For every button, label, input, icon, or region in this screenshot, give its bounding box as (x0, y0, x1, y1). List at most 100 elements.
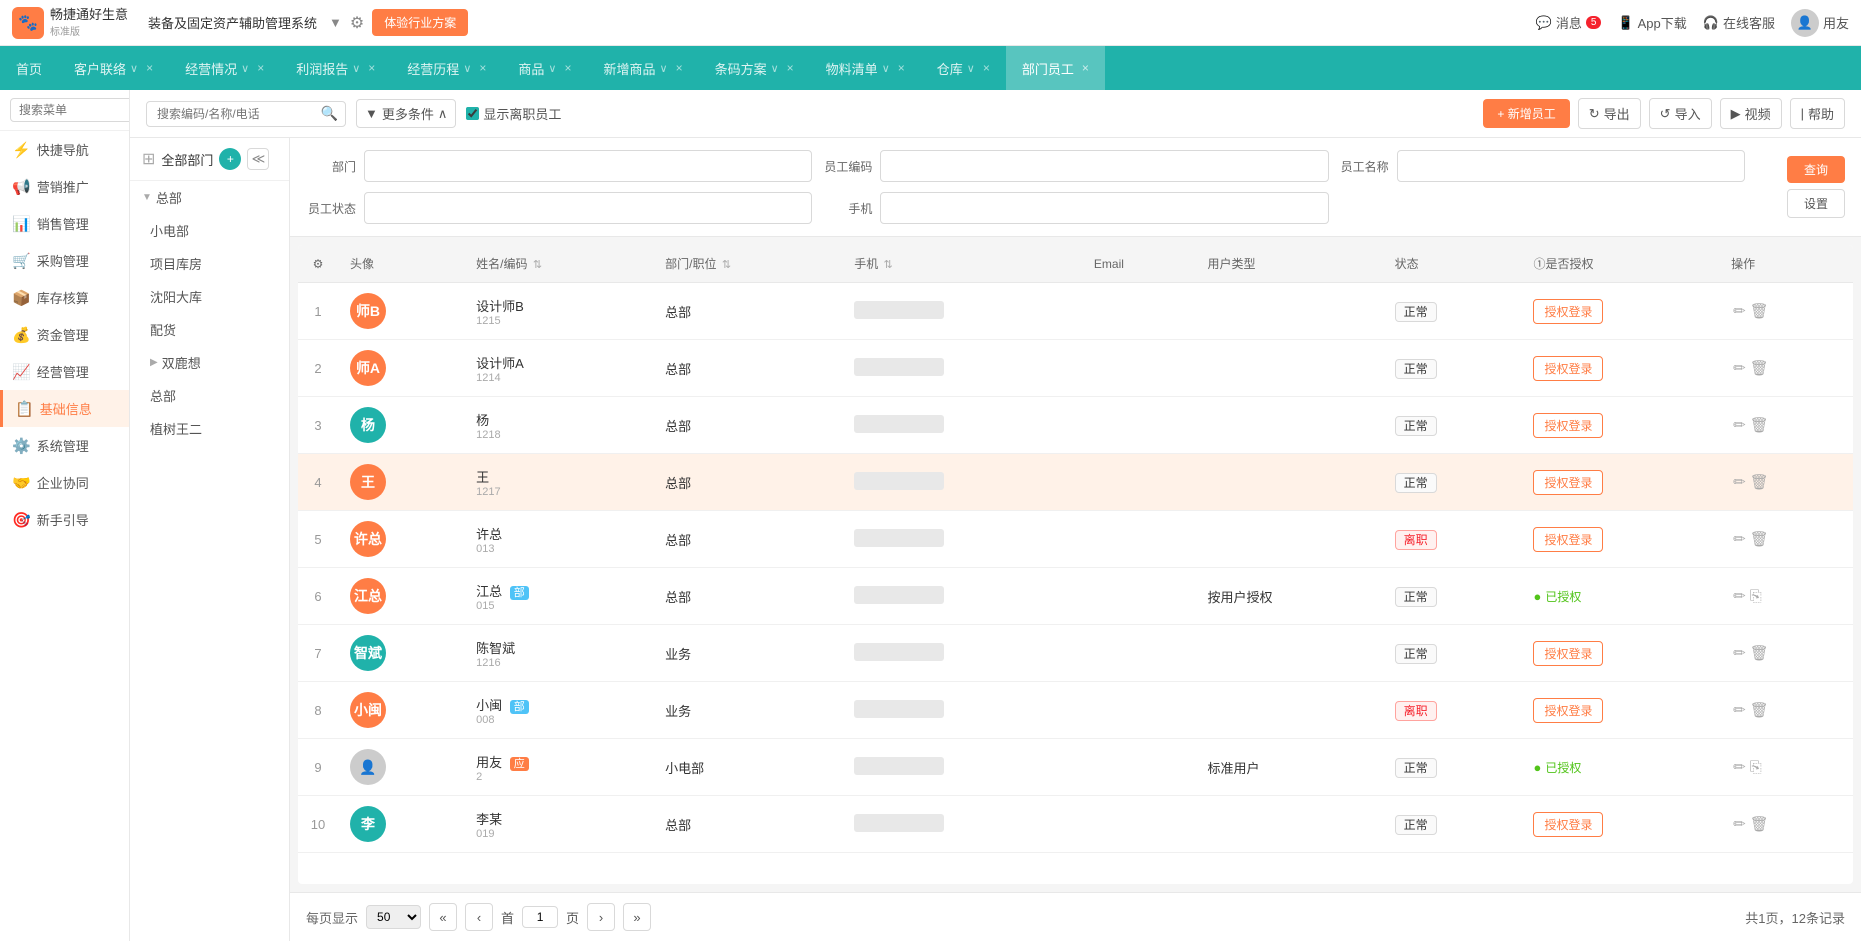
auth-btn[interactable]: 授权登录 (1533, 413, 1603, 438)
settings-icon[interactable]: ⚙ (350, 13, 364, 33)
col-name[interactable]: 姓名/编码 ⇅ (464, 245, 653, 283)
edit-btn[interactable]: ✏ (1733, 303, 1746, 320)
dept-node-zhishu[interactable]: 植树王二 (130, 412, 289, 445)
dept-node-shenyang[interactable]: 沈阳大库 (130, 280, 289, 313)
col-phone[interactable]: 手机 ⇅ (842, 245, 1082, 283)
sidebar-search-input[interactable] (10, 98, 130, 122)
dept-node-zongbu[interactable]: 总部 (130, 379, 289, 412)
tab-home[interactable]: 首页 (0, 46, 58, 90)
delete-btn[interactable]: 🗑 (1750, 303, 1769, 320)
tab-operations[interactable]: 经营情况∨× (169, 46, 280, 90)
filter-dept-select[interactable] (364, 150, 812, 182)
auth-btn[interactable]: 授权登录 (1533, 299, 1603, 324)
delete-btn[interactable]: 🗑 (1750, 360, 1769, 377)
tab-barcode-close[interactable]: × (787, 61, 794, 75)
tab-goods-close[interactable]: × (564, 61, 571, 75)
sidebar-item-guide[interactable]: 🎯 新手引导 (0, 501, 129, 538)
tab-bom-close[interactable]: × (898, 61, 905, 75)
page-number-input[interactable] (522, 906, 558, 928)
sidebar-item-marketing[interactable]: 📢 营销推广 (0, 168, 129, 205)
auth-btn[interactable]: 授权登录 (1533, 641, 1603, 666)
sidebar-item-quicknav[interactable]: ⚡ 快捷导航 (0, 131, 129, 168)
dept-collapse-btn[interactable]: ≪ (247, 148, 269, 170)
tab-history[interactable]: 经营历程∨× (391, 46, 502, 90)
first-page-btn[interactable]: « (429, 903, 457, 931)
trial-btn[interactable]: 体验行业方案 (372, 9, 468, 36)
search-input[interactable] (146, 101, 346, 127)
auth-btn[interactable]: 授权登录 (1533, 698, 1603, 723)
search-btn[interactable]: 查询 (1787, 156, 1845, 183)
tab-history-close[interactable]: × (479, 61, 486, 75)
tab-barcode[interactable]: 条码方案∨× (699, 46, 810, 90)
filter-empname-input[interactable] (1397, 150, 1745, 182)
auth-btn[interactable]: 授权登录 (1533, 812, 1603, 837)
delete-btn[interactable]: 🗑 (1750, 474, 1769, 491)
edit-btn[interactable]: ✏ (1733, 417, 1746, 434)
dept-node-peihuo[interactable]: 配货 (130, 313, 289, 346)
delete-btn[interactable]: ⎘ (1750, 588, 1762, 605)
col-dept[interactable]: 部门/职位 ⇅ (653, 245, 842, 283)
sidebar-item-collab[interactable]: 🤝 企业协同 (0, 464, 129, 501)
sidebar-item-sales[interactable]: 📊 销售管理 (0, 205, 129, 242)
system-dropdown-icon[interactable]: ▼ (329, 15, 342, 30)
tab-customer-close[interactable]: × (146, 61, 153, 75)
delete-btn[interactable]: 🗑 (1750, 816, 1769, 833)
delete-btn[interactable]: 🗑 (1750, 417, 1769, 434)
dept-node-shuanglu[interactable]: ▶ 双鹿想 (130, 346, 289, 379)
add-employee-btn[interactable]: + 新增员工 (1483, 99, 1569, 128)
tab-employees[interactable]: 部门员工× (1006, 46, 1105, 90)
tab-new-goods[interactable]: 新增商品∨× (587, 46, 698, 90)
show-resigned-checkbox[interactable] (466, 107, 479, 120)
auth-btn[interactable]: 授权登录 (1533, 527, 1603, 552)
sidebar-item-mgmt[interactable]: 📈 经营管理 (0, 353, 129, 390)
view-btn[interactable]: ▶ 视频 (1720, 98, 1782, 129)
last-page-btn[interactable]: » (623, 903, 651, 931)
tab-customer[interactable]: 客户联络∨× (58, 46, 169, 90)
sidebar-item-purchase[interactable]: 🛒 采购管理 (0, 242, 129, 279)
dept-add-btn[interactable]: + (219, 148, 241, 170)
dept-node-root[interactable]: ▼ 总部 (130, 181, 289, 214)
delete-btn[interactable]: 🗑 (1750, 531, 1769, 548)
tab-profit[interactable]: 利润报告∨× (280, 46, 391, 90)
show-resigned-label[interactable]: 显示离职员工 (466, 104, 561, 123)
sidebar-item-system[interactable]: ⚙️ 系统管理 (0, 427, 129, 464)
app-download-btn[interactable]: 📱 App下载 (1617, 13, 1686, 32)
filter-phone-input[interactable] (880, 192, 1328, 224)
delete-btn[interactable]: ⎘ (1750, 759, 1762, 776)
message-btn[interactable]: 💬 消息 5 (1536, 13, 1602, 32)
col-settings[interactable]: ⚙ (298, 245, 338, 283)
dept-node-project[interactable]: 项目库房 (130, 247, 289, 280)
edit-btn[interactable]: ✏ (1733, 474, 1746, 491)
auth-btn[interactable]: 授权登录 (1533, 356, 1603, 381)
sidebar-item-inventory[interactable]: 📦 库存核算 (0, 279, 129, 316)
auth-btn[interactable]: 授权登录 (1533, 470, 1603, 495)
tab-employees-close[interactable]: × (1082, 61, 1089, 75)
reset-btn[interactable]: 设置 (1787, 189, 1845, 218)
delete-btn[interactable]: 🗑 (1750, 702, 1769, 719)
filter-more-btn[interactable]: ▼ 更多条件 ∧ (356, 99, 456, 128)
tab-goods[interactable]: 商品∨× (502, 46, 587, 90)
help-btn[interactable]: | 帮助 (1790, 98, 1845, 129)
prev-page-btn[interactable]: ‹ (465, 903, 493, 931)
sidebar-item-finance[interactable]: 💰 资金管理 (0, 316, 129, 353)
next-page-btn[interactable]: › (587, 903, 615, 931)
export-btn[interactable]: ↻ 导出 (1578, 98, 1641, 129)
edit-btn[interactable]: ✏ (1733, 531, 1746, 548)
edit-btn[interactable]: ✏ (1733, 759, 1746, 776)
online-service-btn[interactable]: 🎧 在线客服 (1703, 13, 1775, 32)
edit-btn[interactable]: ✏ (1733, 360, 1746, 377)
tab-new-goods-close[interactable]: × (676, 61, 683, 75)
page-size-select[interactable]: 50 20 100 (366, 905, 421, 929)
edit-btn[interactable]: ✏ (1733, 702, 1746, 719)
filter-empcode-input[interactable] (880, 150, 1328, 182)
sidebar-item-basic[interactable]: 📋 基础信息 (0, 390, 129, 427)
delete-btn[interactable]: 🗑 (1750, 645, 1769, 662)
dept-node-xiaodian[interactable]: 小电部 (130, 214, 289, 247)
edit-btn[interactable]: ✏ (1733, 816, 1746, 833)
edit-btn[interactable]: ✏ (1733, 645, 1746, 662)
import-btn[interactable]: ↺ 导入 (1649, 98, 1712, 129)
tab-bom[interactable]: 物料清单∨× (810, 46, 921, 90)
tab-warehouse[interactable]: 仓库∨× (921, 46, 1006, 90)
user-btn[interactable]: 👤 用友 (1791, 9, 1849, 37)
tab-profit-close[interactable]: × (368, 61, 375, 75)
